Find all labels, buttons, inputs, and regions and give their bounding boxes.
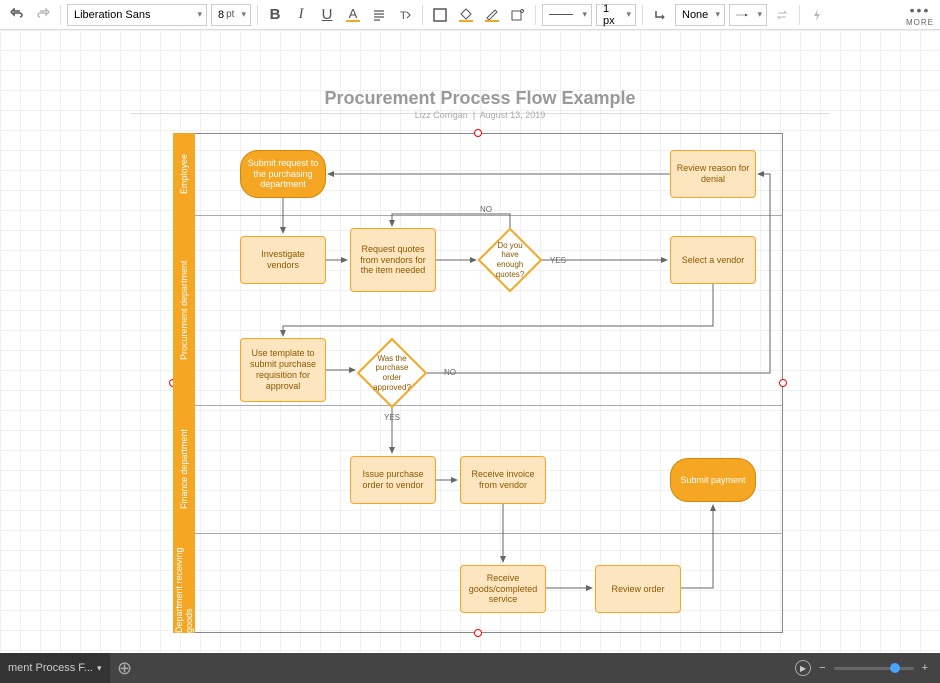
add-page-button[interactable]: ⊕ (110, 657, 140, 679)
redo-button[interactable] (32, 4, 54, 26)
label-no-approved: NO (444, 368, 456, 377)
more-button[interactable]: ••• MORE (906, 2, 934, 27)
shape-border-button[interactable] (429, 4, 451, 26)
line-end-select[interactable] (729, 4, 767, 26)
svg-text:T: T (400, 10, 407, 22)
line-style-select[interactable] (542, 4, 592, 26)
line-width-value: 1 px (603, 3, 617, 27)
label-no-quotes: NO (480, 205, 492, 214)
label-yes-quotes: YES (550, 256, 566, 265)
shape-style-button[interactable] (507, 4, 529, 26)
separator (60, 5, 61, 25)
shape-enough-quotes[interactable]: Do you have enough quotes? (478, 228, 542, 292)
label-yes-approved: YES (384, 413, 400, 422)
zoom-thumb[interactable] (890, 663, 900, 673)
bottom-bar: ment Process F... ▾ ⊕ ▶ − + (0, 653, 940, 683)
lane-divider (195, 405, 783, 406)
zoom-slider[interactable] (834, 667, 914, 670)
separator (422, 5, 423, 25)
shape-receive-goods[interactable]: Receive goods/completed service (460, 565, 546, 613)
text-style-button[interactable]: T (394, 4, 416, 26)
text-color-button[interactable]: A (342, 4, 364, 26)
action-button[interactable] (806, 4, 828, 26)
shape-po-approved[interactable]: Was the purchase order approved? (357, 338, 427, 408)
swimlane-employee[interactable]: Employee (173, 133, 195, 215)
separator (535, 5, 536, 25)
selection-handle-bottom[interactable] (474, 629, 482, 637)
italic-button[interactable]: I (290, 4, 312, 26)
shape-receive-invoice[interactable]: Receive invoice from vendor (460, 456, 546, 504)
zoom-out-button[interactable]: − (819, 662, 825, 674)
diagram: Procurement Process Flow Example Lizz Co… (0, 30, 940, 653)
swap-ends-button[interactable] (771, 4, 793, 26)
zoom-controls: ▶ − + (783, 660, 940, 676)
more-label: MORE (906, 18, 934, 27)
line-start-select[interactable]: None (675, 4, 725, 26)
separator (642, 5, 643, 25)
shape-use-template[interactable]: Use template to submit purchase requisit… (240, 338, 326, 402)
align-button[interactable] (368, 4, 390, 26)
undo-button[interactable] (6, 4, 28, 26)
fill-color-button[interactable] (455, 4, 477, 26)
shape-review-denial[interactable]: Review reason for denial (670, 150, 756, 198)
bold-button[interactable]: B (264, 4, 286, 26)
lane-divider (195, 215, 783, 216)
font-size-value: 8 (218, 9, 224, 21)
swimlane-finance[interactable]: Finance department (173, 405, 195, 533)
document-tab[interactable]: ment Process F... ▾ (0, 653, 110, 683)
shape-submit-payment[interactable]: Submit payment (670, 458, 756, 502)
line-color-button[interactable] (481, 4, 503, 26)
diagram-subtitle: Lizz Corrigan | August 13, 2019 (130, 110, 830, 120)
toolbar: Liberation Sans 8pt B I U A T 1 px None … (0, 0, 940, 30)
font-size-select[interactable]: 8pt (211, 4, 251, 26)
line-angle-button[interactable] (649, 4, 671, 26)
shape-select-vendor[interactable]: Select a vendor (670, 236, 756, 284)
shape-investigate-vendors[interactable]: Investigate vendors (240, 236, 326, 284)
shape-review-order[interactable]: Review order (595, 565, 681, 613)
canvas[interactable]: Procurement Process Flow Example Lizz Co… (0, 30, 940, 653)
shape-request-quotes[interactable]: Request quotes from vendors for the item… (350, 228, 436, 292)
tab-label: ment Process F... (8, 662, 93, 674)
swimlane-receiving[interactable]: Department receiving goods (173, 533, 195, 633)
lane-divider (195, 533, 783, 534)
underline-button[interactable]: U (316, 4, 338, 26)
swimlane-procurement[interactable]: Procurement department (173, 215, 195, 405)
separator (257, 5, 258, 25)
line-start-value: None (682, 9, 708, 21)
font-family-value: Liberation Sans (74, 9, 150, 21)
font-family-select[interactable]: Liberation Sans (67, 4, 207, 26)
font-size-unit: pt (226, 9, 234, 20)
shape-issue-po[interactable]: Issue purchase order to vendor (350, 456, 436, 504)
presentation-icon[interactable]: ▶ (795, 660, 811, 676)
selection-handle-top[interactable] (474, 129, 482, 137)
line-width-select[interactable]: 1 px (596, 4, 636, 26)
separator (799, 5, 800, 25)
selection-handle-right[interactable] (779, 379, 787, 387)
shape-submit-request[interactable]: Submit request to the purchasing departm… (240, 150, 326, 198)
zoom-in-button[interactable]: + (922, 662, 928, 674)
